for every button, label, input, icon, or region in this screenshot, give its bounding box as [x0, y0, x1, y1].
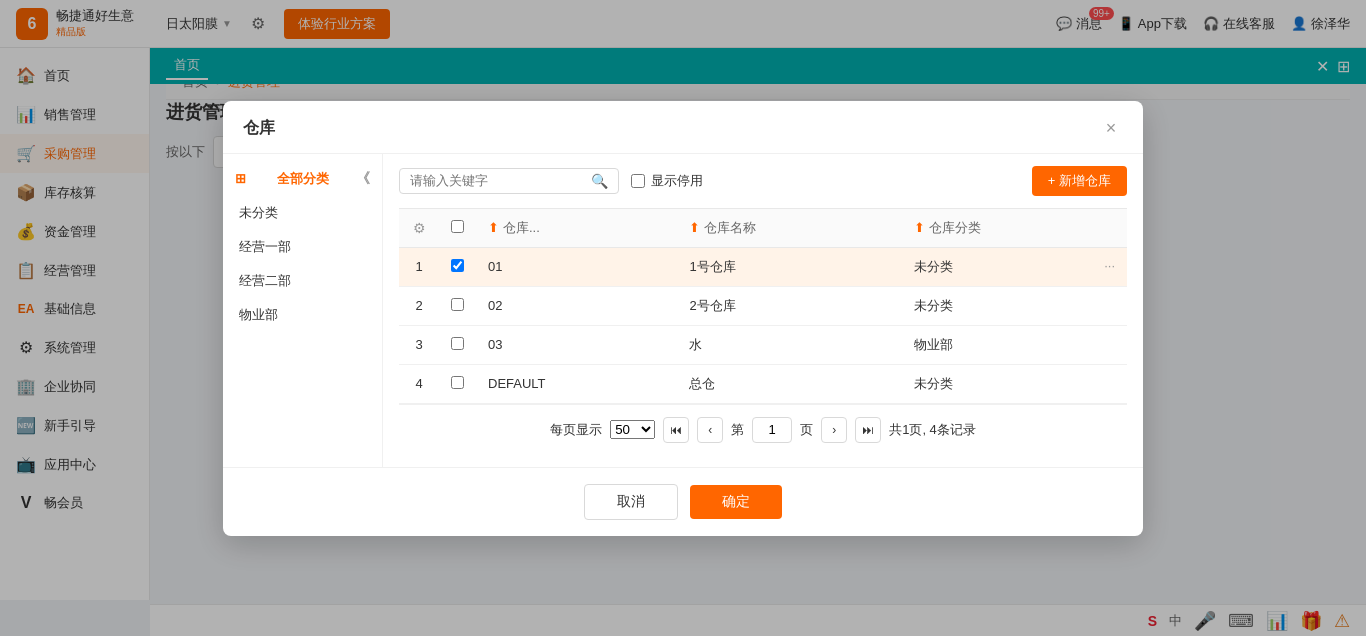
cell-row-num: 3: [399, 325, 439, 364]
table-body: 1 01 1号仓库 未分类··· 2 02 2号仓库 未分类 3 03 水 物业…: [399, 247, 1127, 403]
category-item-dept1[interactable]: 经营一部: [223, 230, 382, 264]
per-page-label: 每页显示: [550, 421, 602, 439]
page-last-btn[interactable]: ⏭: [855, 417, 881, 443]
per-page-select[interactable]: 50 20 100: [610, 420, 655, 439]
page-label-prefix: 第: [731, 421, 744, 439]
th-checkbox: [439, 208, 476, 247]
modal-footer: 取消 确定: [223, 467, 1143, 536]
search-input[interactable]: [410, 173, 585, 188]
cell-name: 水: [677, 325, 902, 364]
sort-code-icon: ⬆: [488, 220, 499, 235]
collapse-icon[interactable]: 《: [356, 170, 370, 188]
confirm-btn[interactable]: 确定: [690, 485, 782, 519]
category-grid-icon: ⊞: [235, 171, 246, 186]
search-box: 🔍: [399, 168, 619, 194]
cell-code: 01: [476, 247, 677, 286]
modal-header: 仓库 ×: [223, 101, 1143, 154]
category-all-label: 全部分类: [277, 170, 329, 188]
category-item-dept2[interactable]: 经营二部: [223, 264, 382, 298]
cell-checkbox[interactable]: [439, 364, 476, 403]
category-all-header[interactable]: ⊞ 全部分类 《: [223, 162, 382, 196]
table-row[interactable]: 3 03 水 物业部: [399, 325, 1127, 364]
modal-body: ⊞ 全部分类 《 未分类 经营一部 经营二部 物业部 🔍: [223, 154, 1143, 467]
page-prev-btn[interactable]: ‹: [697, 417, 723, 443]
total-label: 共1页, 4条记录: [889, 421, 976, 439]
table-area: 🔍 显示停用 + 新增仓库 ⚙: [383, 154, 1143, 467]
page-first-btn[interactable]: ⏮: [663, 417, 689, 443]
table-row[interactable]: 2 02 2号仓库 未分类: [399, 286, 1127, 325]
sort-name-icon: ⬆: [689, 220, 700, 235]
cell-checkbox[interactable]: [439, 247, 476, 286]
modal-title: 仓库: [243, 118, 275, 139]
cell-category: 未分类: [902, 364, 1127, 403]
category-sidebar: ⊞ 全部分类 《 未分类 经营一部 经营二部 物业部: [223, 154, 383, 467]
cell-name: 2号仓库: [677, 286, 902, 325]
page-next-btn[interactable]: ›: [821, 417, 847, 443]
show-disabled-label: 显示停用: [651, 172, 703, 190]
page-label-suffix: 页: [800, 421, 813, 439]
column-settings-icon[interactable]: ⚙: [413, 220, 426, 236]
row-more-icon[interactable]: ···: [1104, 258, 1115, 273]
table-toolbar: 🔍 显示停用 + 新增仓库: [399, 166, 1127, 196]
cell-category: 物业部: [902, 325, 1127, 364]
pagination: 每页显示 50 20 100 ⏮ ‹ 第 页 › ⏭ 共1页, 4条记录: [399, 404, 1127, 455]
sort-category-icon: ⬆: [914, 220, 925, 235]
cell-row-num: 4: [399, 364, 439, 403]
cell-checkbox[interactable]: [439, 286, 476, 325]
show-disabled-area: 显示停用: [631, 172, 703, 190]
select-all-checkbox[interactable]: [451, 220, 464, 233]
table-header-row: ⚙ ⬆仓库... ⬆仓库名称: [399, 208, 1127, 247]
cell-code: 02: [476, 286, 677, 325]
th-category: ⬆仓库分类: [902, 208, 1127, 247]
cell-name: 总仓: [677, 364, 902, 403]
cell-code: DEFAULT: [476, 364, 677, 403]
modal-close-btn[interactable]: ×: [1099, 117, 1123, 141]
warehouse-modal: 仓库 × ⊞ 全部分类 《 未分类 经营一部 经营二部 物业部: [223, 101, 1143, 536]
th-name: ⬆仓库名称: [677, 208, 902, 247]
cancel-btn[interactable]: 取消: [584, 484, 678, 520]
cell-code: 03: [476, 325, 677, 364]
table-row[interactable]: 1 01 1号仓库 未分类···: [399, 247, 1127, 286]
category-item-unclassified[interactable]: 未分类: [223, 196, 382, 230]
cell-row-num: 2: [399, 286, 439, 325]
cell-category: 未分类: [902, 286, 1127, 325]
th-gear: ⚙: [399, 208, 439, 247]
category-item-property[interactable]: 物业部: [223, 298, 382, 332]
th-code: ⬆仓库...: [476, 208, 677, 247]
table-row[interactable]: 4 DEFAULT 总仓 未分类: [399, 364, 1127, 403]
cell-name: 1号仓库: [677, 247, 902, 286]
warehouse-table: ⚙ ⬆仓库... ⬆仓库名称: [399, 208, 1127, 404]
modal-overlay: 仓库 × ⊞ 全部分类 《 未分类 经营一部 经营二部 物业部: [0, 0, 1366, 636]
show-disabled-checkbox[interactable]: [631, 174, 645, 188]
cell-category: 未分类···: [902, 247, 1127, 286]
cell-checkbox[interactable]: [439, 325, 476, 364]
cell-row-num: 1: [399, 247, 439, 286]
search-icon: 🔍: [591, 173, 608, 189]
current-page-input[interactable]: [752, 417, 792, 443]
add-warehouse-btn[interactable]: + 新增仓库: [1032, 166, 1127, 196]
